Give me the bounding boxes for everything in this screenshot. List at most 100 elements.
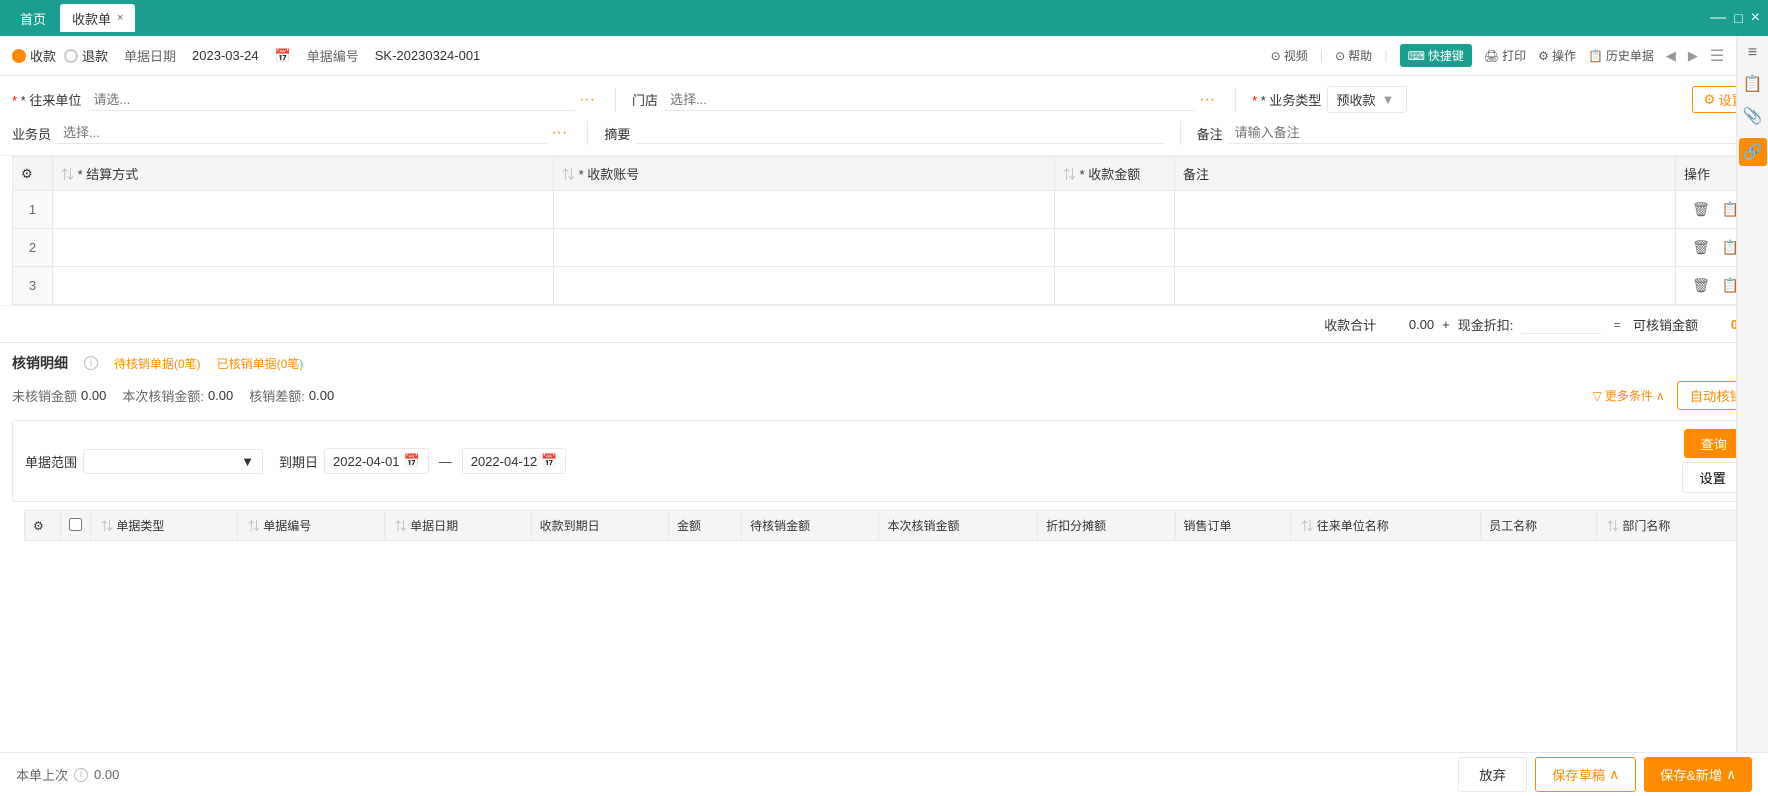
checkbox-header[interactable] <box>61 511 91 541</box>
cell-remark-1[interactable] <box>1175 191 1676 229</box>
help-btn[interactable]: ⊙ 帮助 <box>1335 47 1372 64</box>
cell-amount-1[interactable] <box>1055 191 1175 229</box>
save-draft-btn[interactable]: 保存草稿 ∧ <box>1535 757 1636 792</box>
calendar-icon[interactable]: 📅 <box>275 48 291 64</box>
video-btn[interactable]: ⊙ 视频 <box>1271 47 1308 64</box>
delete-row-3-btn[interactable]: 🗑 <box>1688 275 1714 296</box>
delete-row-1-btn[interactable]: 🗑 <box>1688 199 1714 220</box>
pending-tab[interactable]: 待核销单据(0笔) <box>114 355 201 372</box>
form-row-2: 业务员 ··· 摘要 备注 <box>12 121 1756 145</box>
operation-btn[interactable]: ⚙ 操作 <box>1538 47 1576 64</box>
col-account: ⇅ * 收款账号 <box>554 157 1055 191</box>
input-account-2[interactable] <box>554 229 1054 266</box>
history-label: 历史单据 <box>1606 47 1654 64</box>
tab-receipt[interactable]: 收款单 × <box>60 4 135 32</box>
col-pending-header: 待核销金额 <box>742 511 879 541</box>
select-all-checkbox[interactable] <box>69 518 82 531</box>
range-select[interactable]: ▼ <box>83 449 263 474</box>
due-date-label: 到期日 <box>279 452 318 471</box>
salesperson-input[interactable] <box>57 122 547 144</box>
store-more-btn[interactable]: ··· <box>1195 92 1219 108</box>
input-settlement-3[interactable] <box>53 267 553 304</box>
input-remark-2[interactable] <box>1175 229 1675 266</box>
reconcile-settings-btn[interactable]: 设置 <box>1682 462 1743 493</box>
print-icon: 🖨 <box>1484 49 1499 63</box>
cell-account-3[interactable] <box>554 267 1055 305</box>
counterpart-more-btn[interactable]: ··· <box>575 92 599 108</box>
cell-remark-2[interactable] <box>1175 229 1676 267</box>
minimize-icon[interactable]: — <box>1710 9 1726 27</box>
cell-remark-3[interactable] <box>1175 267 1676 305</box>
col-counterpart-header: ⇅ 往来单位名称 <box>1291 511 1481 541</box>
more-conditions-label: 更多条件 <box>1605 387 1653 404</box>
print-btn[interactable]: 🖨 打印 <box>1484 47 1526 64</box>
input-settlement-2[interactable] <box>53 229 553 266</box>
delete-row-2-btn[interactable]: 🗑 <box>1688 237 1714 258</box>
help-label: 帮助 <box>1348 47 1372 64</box>
input-account-3[interactable] <box>554 267 1054 304</box>
business-type-select[interactable]: 预收款 ▼ <box>1327 86 1407 113</box>
salesperson-label: 业务员 <box>12 124 51 143</box>
cell-account-1[interactable] <box>554 191 1055 229</box>
input-amount-1[interactable] <box>1055 191 1174 228</box>
store-input[interactable] <box>664 89 1195 111</box>
shortcut-btn[interactable]: ⌨ 快捷键 <box>1400 44 1472 67</box>
cell-settlement-1[interactable] <box>53 191 554 229</box>
input-amount-2[interactable] <box>1055 229 1174 266</box>
prev-page-icon[interactable]: ◀ <box>1666 48 1676 64</box>
input-amount-3[interactable] <box>1055 267 1174 304</box>
save-new-btn[interactable]: 保存&新增 ∧ <box>1644 757 1752 792</box>
form-section: * 往来单位 ··· 门店 ··· * 业务类型 预收款 ▼ ⚙ <box>0 76 1768 156</box>
done-tab[interactable]: 已核销单据(0笔) <box>217 355 304 372</box>
cell-settlement-3[interactable] <box>53 267 554 305</box>
summary-input[interactable] <box>636 122 1163 144</box>
panel-icon-3[interactable]: 📎 <box>1743 106 1763 126</box>
input-account-1[interactable] <box>554 191 1054 228</box>
panel-icon-1[interactable]: ≡ <box>1748 44 1757 62</box>
reconcile-table: ⚙ ⇅ 单据类型 ⇅ 单据编号 <box>24 510 1744 541</box>
equals-sign: = <box>1613 317 1621 332</box>
cell-account-2[interactable] <box>554 229 1055 267</box>
salesperson-more-btn[interactable]: ··· <box>547 125 571 141</box>
close-icon[interactable]: × <box>1751 9 1760 27</box>
remark-field: 备注 <box>1197 122 1756 144</box>
list-view-icon[interactable]: ☰ <box>1710 46 1724 66</box>
input-remark-3[interactable] <box>1175 267 1675 304</box>
input-remark-1[interactable] <box>1175 191 1675 228</box>
table-gear-header[interactable]: ⚙ <box>13 157 53 191</box>
sort-icon: ⇅ <box>1301 519 1313 533</box>
sort-icon: ⇅ <box>395 519 407 533</box>
input-settlement-1[interactable] <box>53 191 553 228</box>
col-remark: 备注 <box>1175 157 1676 191</box>
remark-input[interactable] <box>1229 122 1756 144</box>
next-page-icon[interactable]: ▶ <box>1688 48 1698 64</box>
radio-receipt[interactable]: 收款 <box>12 46 56 65</box>
col-dept-header: ⇅ 部门名称 <box>1597 511 1744 541</box>
date-to-input[interactable]: 2022-04-12 📅 <box>462 448 567 474</box>
history-btn[interactable]: 📋 历史单据 <box>1588 47 1654 64</box>
info-circle-icon[interactable]: i <box>74 768 88 782</box>
col-order-header: 销售订单 <box>1175 511 1291 541</box>
query-btn[interactable]: 查询 <box>1684 429 1743 458</box>
operation-icon: ⚙ <box>1538 49 1549 63</box>
panel-icon-2[interactable]: 📋 <box>1743 74 1763 94</box>
discount-label: 现金折扣: <box>1458 315 1514 334</box>
radio-refund[interactable]: 退款 <box>64 46 108 65</box>
cell-settlement-2[interactable] <box>53 229 554 267</box>
cell-amount-2[interactable] <box>1055 229 1175 267</box>
store-label: 门店 <box>632 90 658 109</box>
abandon-btn[interactable]: 放弃 <box>1458 757 1527 792</box>
tab-close-icon[interactable]: × <box>117 12 123 24</box>
discount-input[interactable] <box>1521 314 1601 334</box>
maximize-icon[interactable]: □ <box>1734 10 1742 26</box>
toolbar-row: 收款 退款 单据日期 2023-03-24 📅 单据编号 SK-20230324… <box>0 36 1768 76</box>
tab-home[interactable]: 首页 <box>8 4 58 32</box>
more-conditions-btn[interactable]: ▽ 更多条件 ∧ <box>1593 387 1665 404</box>
radio-receipt-label: 收款 <box>30 46 56 65</box>
bottom-gear-header[interactable]: ⚙ <box>25 511 61 541</box>
cell-amount-3[interactable] <box>1055 267 1175 305</box>
panel-icon-4[interactable]: 🔗 <box>1739 138 1767 166</box>
info-icon[interactable]: i <box>84 356 98 370</box>
date-from-input[interactable]: 2022-04-01 📅 <box>324 448 429 474</box>
counterpart-input[interactable] <box>87 89 575 111</box>
